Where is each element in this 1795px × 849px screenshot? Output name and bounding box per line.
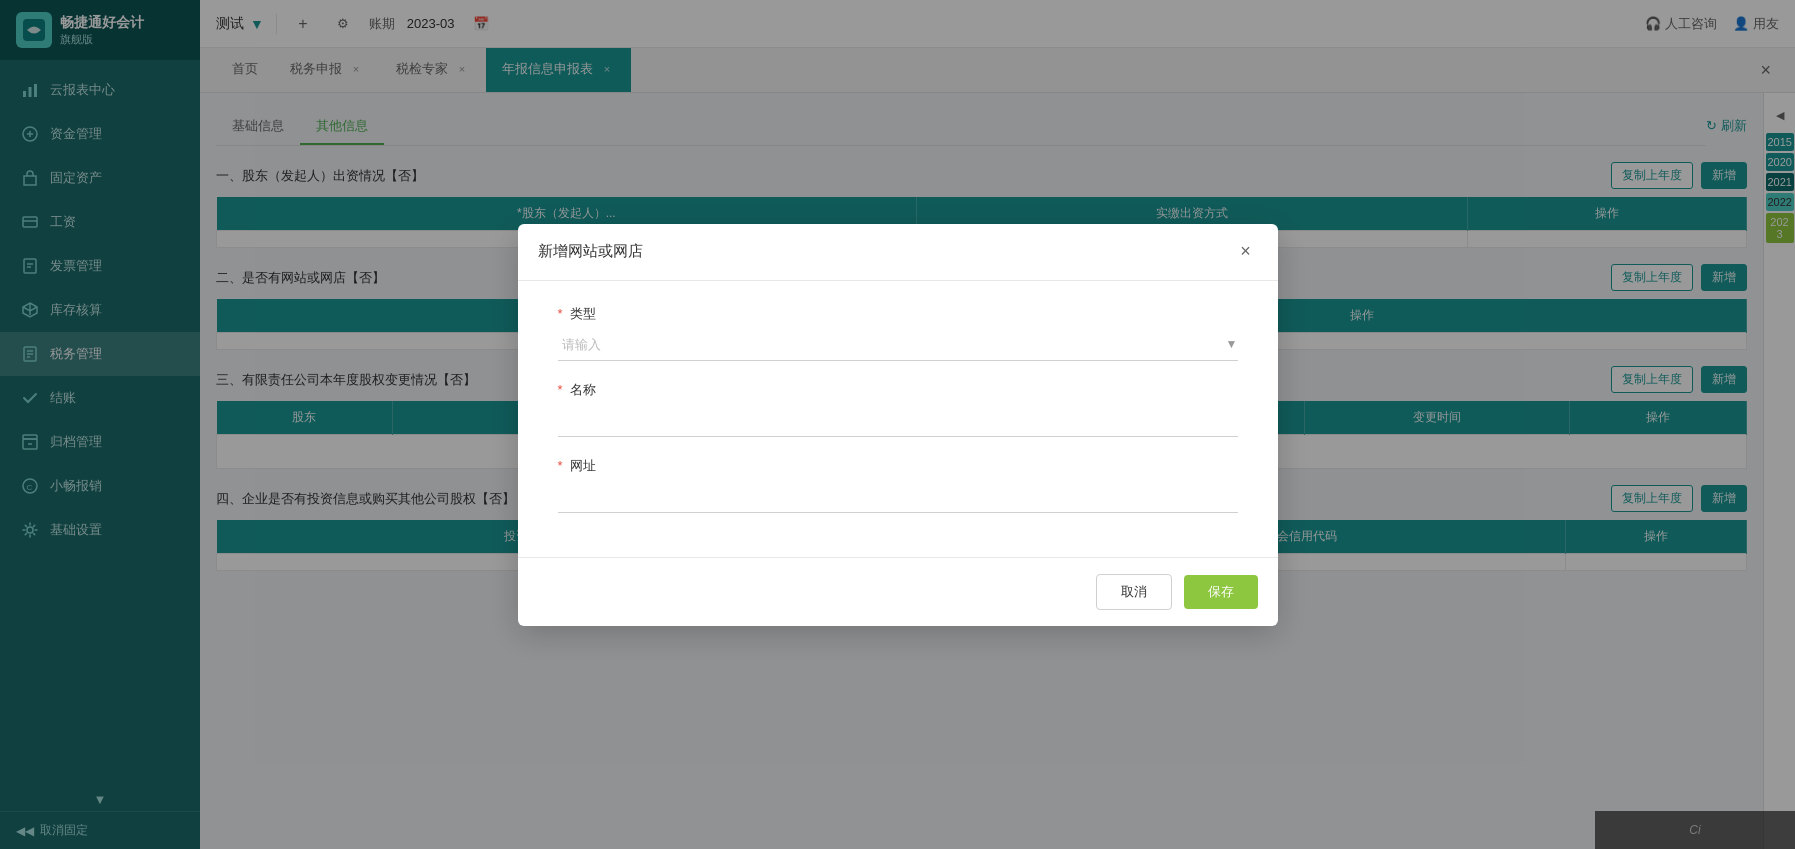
type-field: ▼ [558,329,1238,361]
form-row-url: * 网址 [558,457,1238,513]
type-label-row: * 类型 [558,305,1238,323]
url-required-mark: * [558,458,563,473]
url-field [558,481,1238,513]
type-label: 类型 [570,306,596,321]
save-button[interactable]: 保存 [1184,575,1258,609]
url-input[interactable] [558,487,1238,506]
type-required-mark: * [558,306,563,321]
name-label: 名称 [570,382,596,397]
name-label-row: * 名称 [558,381,1238,399]
url-label-row: * 网址 [558,457,1238,475]
form-row-name: * 名称 [558,381,1238,437]
name-input[interactable] [558,411,1238,430]
form-row-type: * 类型 ▼ [558,305,1238,361]
dialog-title: 新增网站或网店 [538,242,643,261]
add-website-dialog: 新增网站或网店 × * 类型 ▼ * 名称 [518,224,1278,626]
dialog-header: 新增网站或网店 × [518,224,1278,281]
dialog-footer: 取消 保存 [518,557,1278,626]
url-label: 网址 [570,458,596,473]
type-dropdown-arrow[interactable]: ▼ [1226,337,1238,351]
name-required-mark: * [558,382,563,397]
name-field [558,405,1238,437]
dialog-body: * 类型 ▼ * 名称 * [518,281,1278,557]
dialog-overlay: 新增网站或网店 × * 类型 ▼ * 名称 [0,0,1795,849]
dialog-close-button[interactable]: × [1234,240,1258,264]
type-input[interactable] [558,335,1226,354]
cancel-button[interactable]: 取消 [1096,574,1172,610]
